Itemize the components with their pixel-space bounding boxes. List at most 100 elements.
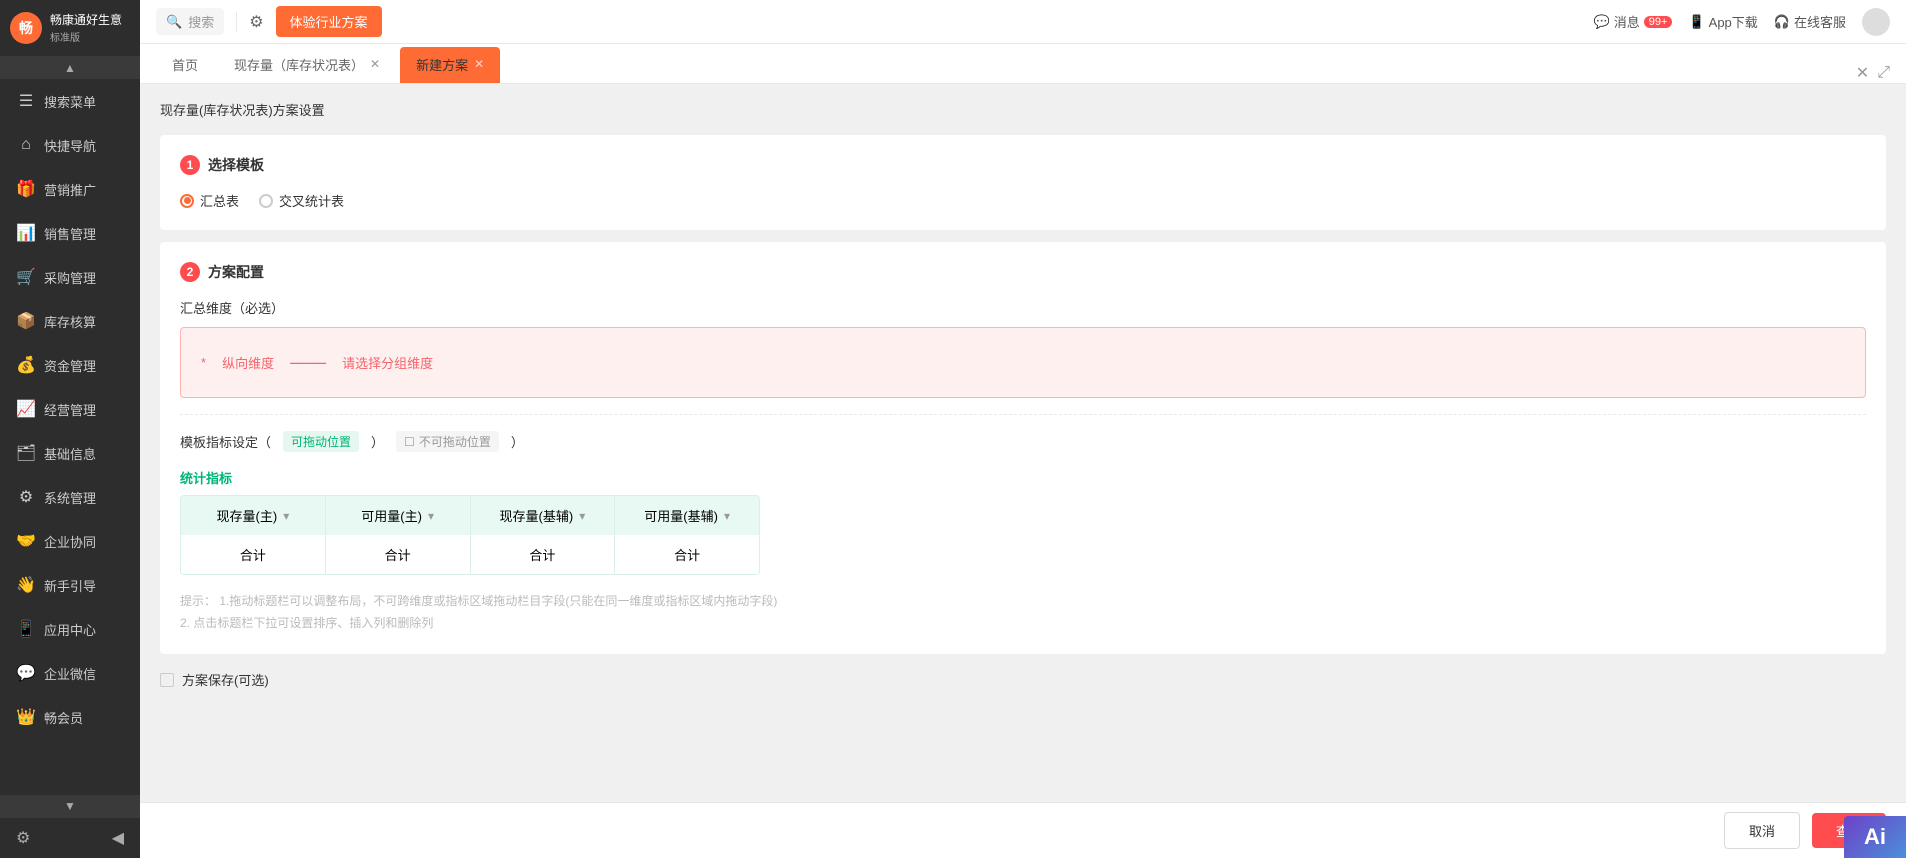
sidebar-item-member[interactable]: 👑 畅会员 xyxy=(0,695,140,739)
chart-icon: 📊 xyxy=(16,223,36,243)
tips-label: 提示： xyxy=(180,594,216,608)
cancel-button[interactable]: 取消 xyxy=(1724,812,1800,849)
message-badge: 99+ xyxy=(1644,16,1673,28)
sidebar-item-base-info[interactable]: 🗂 基础信息 xyxy=(0,431,140,475)
dimension-placeholder[interactable]: 请选择分组维度 xyxy=(342,353,433,372)
stats-label: 统计指标 xyxy=(180,468,1866,487)
tab-inventory-status[interactable]: 现存量（库存状况表） ✕ xyxy=(218,47,396,83)
gear-icon: ⚙ xyxy=(16,487,36,507)
topbar-divider xyxy=(236,12,237,32)
radio-summary-dot xyxy=(184,197,191,204)
message-button[interactable]: 💬 消息 99+ xyxy=(1594,12,1673,31)
stats-col-1-label: 现存量(主) xyxy=(217,506,278,525)
template-radio-group: 汇总表 交叉统计表 xyxy=(180,191,1866,210)
step2-header: 2 方案配置 xyxy=(180,262,1866,282)
stats-col-3-dropdown[interactable]: ▾ xyxy=(579,509,585,523)
dimension-name: 纵向维度 xyxy=(222,353,274,372)
sidebar-item-wechat[interactable]: 💬 企业微信 xyxy=(0,651,140,695)
customer-service-button[interactable]: 🎧 在线客服 xyxy=(1774,12,1846,31)
tab-new-plan[interactable]: 新建方案 ✕ xyxy=(400,47,500,83)
sidebar-item-new-guide[interactable]: 👋 新手引导 xyxy=(0,563,140,607)
tab-new-plan-label: 新建方案 xyxy=(416,55,468,74)
sidebar-item-label: 销售管理 xyxy=(44,224,96,243)
sidebar-logo: 畅 畅康通好生意 标准版 xyxy=(0,0,140,57)
main-area: 🔍 搜索 ⚙ 体验行业方案 💬 消息 99+ 📱 App下载 🎧 在线客服 xyxy=(140,0,1906,858)
close-icon[interactable]: ✕ xyxy=(1856,63,1869,83)
sidebar: 畅 畅康通好生意 标准版 ▲ ☰ 搜索菜单 ⌂ 快捷导航 🎁 营销推广 📊 销售… xyxy=(0,0,140,858)
required-star: * xyxy=(201,355,206,370)
stats-cell-2: 合计 xyxy=(326,535,471,574)
sidebar-settings-button[interactable]: ⚙ xyxy=(16,828,30,848)
radio-crosstab[interactable]: 交叉统计表 xyxy=(259,191,344,210)
topbar-right: 💬 消息 99+ 📱 App下载 🎧 在线客服 xyxy=(1594,8,1890,36)
tab-inventory-close[interactable]: ✕ xyxy=(370,57,380,71)
stats-cell-1: 合计 xyxy=(181,535,326,574)
sidebar-item-finance[interactable]: 💰 资金管理 xyxy=(0,343,140,387)
app-download-label: App下载 xyxy=(1709,12,1758,31)
message-icon: 💬 xyxy=(1594,14,1610,30)
sidebar-scroll-down[interactable]: ▼ xyxy=(0,795,140,817)
sidebar-item-operations[interactable]: 📈 经营管理 xyxy=(0,387,140,431)
sidebar-item-label: 搜索菜单 xyxy=(44,92,96,111)
sidebar-item-purchase[interactable]: 🛒 采购管理 xyxy=(0,255,140,299)
app-download-button[interactable]: 📱 App下载 xyxy=(1688,12,1757,31)
stats-col-1-header[interactable]: 现存量(主) ▾ xyxy=(181,496,326,535)
headset-icon: 🎧 xyxy=(1774,14,1790,30)
tabs-bar: 首页 现存量（库存状况表） ✕ 新建方案 ✕ ✕ ⤢ xyxy=(140,44,1906,84)
stats-col-2-dropdown[interactable]: ▾ xyxy=(428,509,434,523)
sidebar-footer: ⚙ ◀ xyxy=(0,817,140,858)
step1-card: 1 选择模板 汇总表 交叉统计表 xyxy=(160,135,1886,230)
tab-new-plan-close[interactable]: ✕ xyxy=(474,57,484,71)
radio-crosstab-label: 交叉统计表 xyxy=(279,191,344,210)
content-area: 现存量(库存状况表)方案设置 1 选择模板 汇总表 交 xyxy=(140,84,1906,802)
sidebar-scroll-up[interactable]: ▲ xyxy=(0,57,140,79)
sidebar-item-label: 新手引导 xyxy=(44,576,96,595)
save-checkbox[interactable] xyxy=(160,673,174,687)
tab-inventory-label: 现存量（库存状况表） xyxy=(234,55,364,74)
sidebar-item-cooperation[interactable]: 🤝 企业协同 xyxy=(0,519,140,563)
stats-cell-3: 合计 xyxy=(471,535,616,574)
radio-crosstab-circle xyxy=(259,194,273,208)
sidebar-item-marketing[interactable]: 🎁 营销推广 xyxy=(0,167,140,211)
expand-icon[interactable]: ⤢ xyxy=(1877,64,1890,82)
industry-plan-button[interactable]: 体验行业方案 xyxy=(276,6,382,37)
user-avatar[interactable] xyxy=(1862,8,1890,36)
sidebar-item-label: 快捷导航 xyxy=(44,136,96,155)
stats-col-2-header[interactable]: 可用量(主) ▾ xyxy=(326,496,471,535)
sidebar-nav: ☰ 搜索菜单 ⌂ 快捷导航 🎁 营销推广 📊 销售管理 🛒 采购管理 📦 库存核… xyxy=(0,79,140,795)
sidebar-item-label: 基础信息 xyxy=(44,444,96,463)
sidebar-item-sales[interactable]: 📊 销售管理 xyxy=(0,211,140,255)
customer-service-label: 在线客服 xyxy=(1794,12,1846,31)
stats-col-4-header[interactable]: 可用量(基辅) ▾ xyxy=(615,496,759,535)
tab-home[interactable]: 首页 xyxy=(156,47,214,83)
sidebar-item-system[interactable]: ⚙ 系统管理 xyxy=(0,475,140,519)
dimension-label: 汇总维度（必选） xyxy=(180,298,1866,317)
handshake-icon: 🤝 xyxy=(16,531,36,551)
tips-section: 提示： 1.拖动标题栏可以调整布局，不可跨维度或指标区域拖动栏目字段(只能在同一… xyxy=(180,591,1866,634)
sidebar-item-label: 企业微信 xyxy=(44,664,96,683)
sidebar-item-label: 经营管理 xyxy=(44,400,96,419)
sidebar-item-app-center[interactable]: 📱 应用中心 xyxy=(0,607,140,651)
topbar-gear-icon[interactable]: ⚙ xyxy=(249,12,263,32)
stats-col-3-header[interactable]: 现存量(基辅) ▾ xyxy=(471,496,616,535)
sidebar-item-label: 营销推广 xyxy=(44,180,96,199)
sidebar-item-label: 畅会员 xyxy=(44,708,83,727)
stats-col-4-dropdown[interactable]: ▾ xyxy=(724,509,730,523)
stats-col-1-dropdown[interactable]: ▾ xyxy=(283,509,289,523)
sidebar-collapse-button[interactable]: ◀ xyxy=(112,828,124,848)
radio-summary[interactable]: 汇总表 xyxy=(180,191,239,210)
sidebar-item-inventory[interactable]: 📦 库存核算 xyxy=(0,299,140,343)
sidebar-item-label: 应用中心 xyxy=(44,620,96,639)
search-bar[interactable]: 🔍 搜索 xyxy=(156,8,224,35)
wave-icon: 👋 xyxy=(16,575,36,595)
sidebar-item-label: 资金管理 xyxy=(44,356,96,375)
radio-summary-circle xyxy=(180,194,194,208)
ai-badge[interactable]: Ai xyxy=(1844,816,1906,858)
tip1: 1.拖动标题栏可以调整布局，不可跨维度或指标区域拖动栏目字段(只能在同一维度或指… xyxy=(219,594,777,608)
sidebar-item-search-menu[interactable]: ☰ 搜索菜单 xyxy=(0,79,140,123)
step1-header: 1 选择模板 xyxy=(180,155,1866,175)
topbar: 🔍 搜索 ⚙ 体验行业方案 💬 消息 99+ 📱 App下载 🎧 在线客服 xyxy=(140,0,1906,44)
template-setting-row: 模板指标设定（ 可拖动位置 ） ☐ 不可拖动位置 ） xyxy=(180,431,1866,452)
sidebar-item-quick-nav[interactable]: ⌂ 快捷导航 xyxy=(0,123,140,167)
search-placeholder: 搜索 xyxy=(188,12,214,31)
